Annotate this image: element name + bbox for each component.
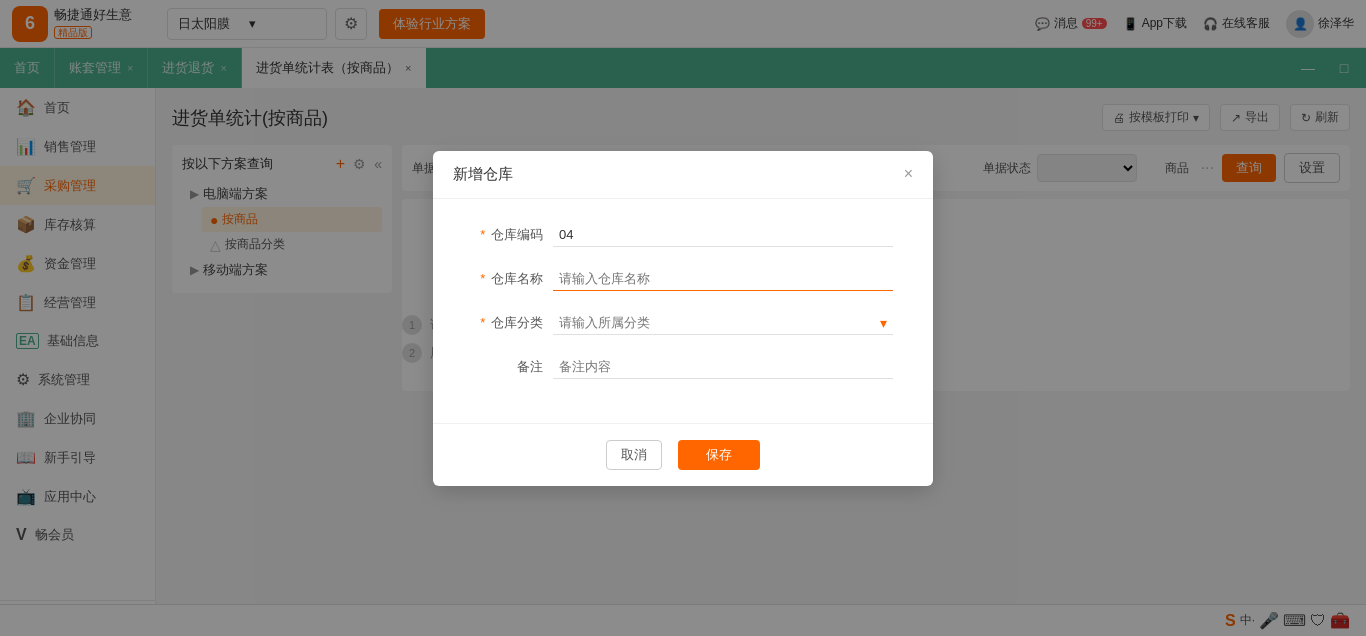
form-input-name[interactable]	[553, 267, 893, 291]
form-input-note[interactable]	[553, 355, 893, 379]
modal-header: 新增仓库 ×	[433, 151, 933, 199]
form-row-name: * 仓库名称	[473, 267, 893, 291]
form-row-note: 备注	[473, 355, 893, 379]
cancel-button[interactable]: 取消	[606, 440, 662, 470]
form-label-name: * 仓库名称	[473, 270, 553, 288]
form-label-note: 备注	[473, 358, 553, 376]
form-input-category[interactable]	[553, 311, 893, 335]
modal-close-button[interactable]: ×	[904, 166, 913, 182]
modal-overlay: 新增仓库 × * 仓库编码 * 仓库名称	[0, 0, 1366, 636]
form-row-category: * 仓库分类 ▾	[473, 311, 893, 335]
modal-body: * 仓库编码 * 仓库名称 * 仓库分类	[433, 199, 933, 423]
form-row-code: * 仓库编码	[473, 223, 893, 247]
modal-new-warehouse: 新增仓库 × * 仓库编码 * 仓库名称	[433, 151, 933, 486]
save-button[interactable]: 保存	[678, 440, 760, 470]
form-label-category: * 仓库分类	[473, 314, 553, 332]
form-select-wrapper-category: ▾	[553, 311, 893, 335]
modal-footer: 取消 保存	[433, 423, 933, 486]
form-input-code[interactable]	[553, 223, 893, 247]
form-label-code: * 仓库编码	[473, 226, 553, 244]
modal-title: 新增仓库	[453, 165, 513, 184]
